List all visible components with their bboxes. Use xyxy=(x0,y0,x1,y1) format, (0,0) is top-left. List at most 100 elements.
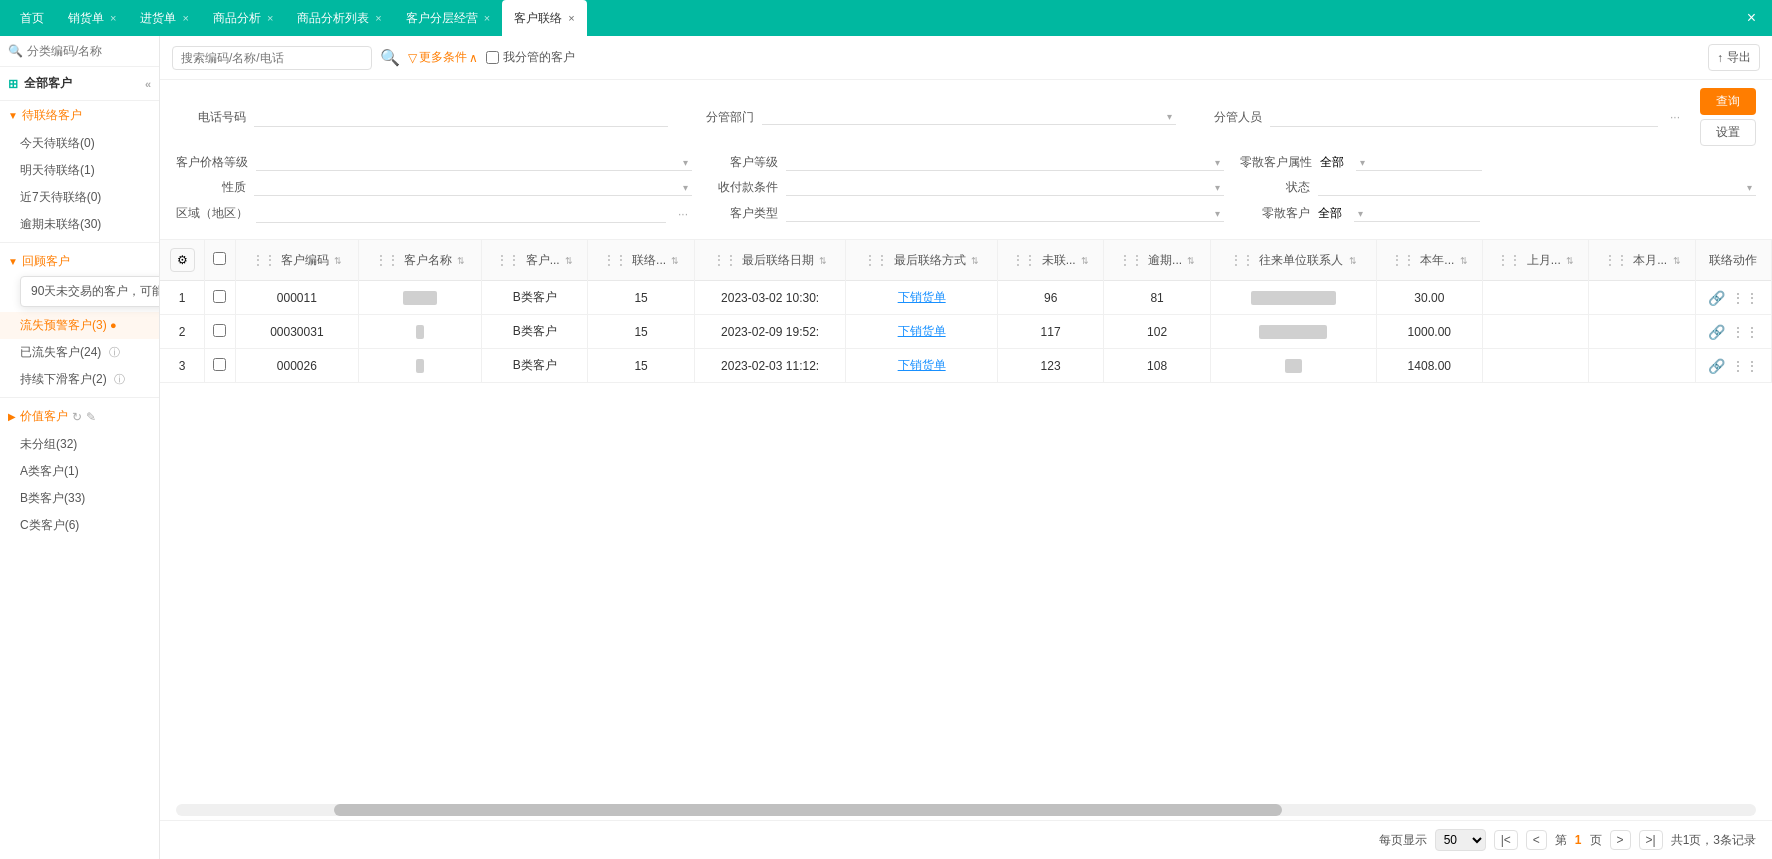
filter-region-input[interactable] xyxy=(256,204,666,223)
search-input[interactable] xyxy=(172,46,372,70)
filter-customer-type-select[interactable]: ▾ xyxy=(786,206,1224,222)
col-type-sort-icon[interactable]: ⇅ xyxy=(565,256,573,266)
sidebar-item-a-class[interactable]: A类客户(1) xyxy=(0,458,159,485)
close-customer-contact-icon[interactable]: × xyxy=(568,12,574,24)
tab-customer-contact[interactable]: 客户联络 × xyxy=(502,0,586,36)
col-type-header[interactable]: ⋮⋮ 客户... ⇅ xyxy=(481,240,587,281)
sidebar-item-declining[interactable]: 持续下滑客户(2) ⓘ xyxy=(0,366,159,393)
prev-page-button[interactable]: < xyxy=(1526,830,1547,850)
tab-analysis-list[interactable]: 商品分析列表 × xyxy=(285,0,393,36)
col-code-sort-icon[interactable]: ⇅ xyxy=(334,256,342,266)
tab-sales-order[interactable]: 销货单 × xyxy=(56,0,128,36)
sidebar-search-input[interactable] xyxy=(27,44,160,58)
filter-payment-select[interactable]: ▾ xyxy=(786,180,1224,196)
close-customer-tier-icon[interactable]: × xyxy=(484,12,490,24)
col-last-contact-method-header[interactable]: ⋮⋮ 最后联络方式 ⇅ xyxy=(846,240,998,281)
col-last-contact-date-header[interactable]: ⋮⋮ 最后联络日期 ⇅ xyxy=(694,240,846,281)
filter-price-level-select[interactable]: ▾ xyxy=(256,155,692,171)
row-2-link-icon[interactable]: 🔗 xyxy=(1708,358,1725,374)
scrollbar-thumb[interactable] xyxy=(334,804,1282,816)
per-page-select[interactable]: 50 100 xyxy=(1435,829,1486,851)
col-unlinked-sort-icon[interactable]: ⇅ xyxy=(1081,256,1089,266)
col-this-month-sort-icon[interactable]: ⇅ xyxy=(1673,256,1681,266)
filter-phone-input[interactable] xyxy=(254,108,668,127)
col-year-sort-icon[interactable]: ⇅ xyxy=(1460,256,1468,266)
more-conditions-button[interactable]: ▽ 更多条件 ∧ xyxy=(408,49,478,66)
col-overdue-header[interactable]: ⋮⋮ 逾期... ⇅ xyxy=(1104,240,1210,281)
tab-home[interactable]: 首页 xyxy=(8,0,56,36)
col-name-header[interactable]: ⋮⋮ 客户名称 ⇅ xyxy=(358,240,481,281)
filter-nature-select[interactable]: ▾ xyxy=(254,180,692,196)
sidebar-item-overdue[interactable]: 逾期未联络(30) xyxy=(0,211,159,238)
sidebar-group-review[interactable]: ▼ 回顾客户 xyxy=(0,247,159,276)
row-checkbox-1[interactable] xyxy=(213,324,226,337)
row-2-last-method[interactable]: 下销货单 xyxy=(846,349,998,383)
row-1-more-icon[interactable]: ⋮⋮ xyxy=(1731,324,1759,340)
col-name-sort-icon[interactable]: ⇅ xyxy=(457,256,465,266)
filter-person-dots[interactable]: ··· xyxy=(1666,110,1684,124)
row-2-checkbox[interactable] xyxy=(205,349,236,383)
col-last-contact-date-sort-icon[interactable]: ⇅ xyxy=(819,256,827,266)
sidebar-item-today[interactable]: 今天待联络(0) xyxy=(0,130,159,157)
my-customer-checkbox-area[interactable]: 我分管的客户 xyxy=(486,49,575,66)
sidebar-item-b-class[interactable]: B类客户(33) xyxy=(0,485,159,512)
row-1-link-icon[interactable]: 🔗 xyxy=(1708,324,1725,340)
close-purchase-icon[interactable]: × xyxy=(182,12,188,24)
col-last-month-header[interactable]: ⋮⋮ 上月... ⇅ xyxy=(1483,240,1589,281)
next-page-button[interactable]: > xyxy=(1610,830,1631,850)
row-0-more-icon[interactable]: ⋮⋮ xyxy=(1731,290,1759,306)
row-0-link-icon[interactable]: 🔗 xyxy=(1708,290,1725,306)
settings-button[interactable]: 设置 xyxy=(1700,119,1756,146)
col-last-month-sort-icon[interactable]: ⇅ xyxy=(1566,256,1574,266)
close-sales-order-icon[interactable]: × xyxy=(110,12,116,24)
filter-region-dots[interactable]: ··· xyxy=(674,207,692,221)
col-settings[interactable]: ⚙ xyxy=(160,240,205,281)
filter-zero-customer-select[interactable]: ▾ xyxy=(1354,206,1480,222)
my-customer-checkbox[interactable] xyxy=(486,51,499,64)
value-settings-icon[interactable]: ✎ xyxy=(86,410,96,424)
row-checkbox-0[interactable] xyxy=(213,290,226,303)
close-all-tabs-button[interactable]: × xyxy=(1739,9,1764,27)
col-checkbox[interactable] xyxy=(205,240,236,281)
tab-customer-tier[interactable]: 客户分层经营 × xyxy=(394,0,502,36)
col-this-month-header[interactable]: ⋮⋮ 本月... ⇅ xyxy=(1589,240,1695,281)
search-button[interactable]: 🔍 xyxy=(380,48,400,67)
export-button[interactable]: ↑ 导出 xyxy=(1708,44,1760,71)
filter-person-input[interactable] xyxy=(1270,108,1658,127)
sidebar-item-7days[interactable]: 近7天待联络(0) xyxy=(0,184,159,211)
select-all-checkbox[interactable] xyxy=(213,252,226,265)
close-analysis-icon[interactable]: × xyxy=(267,12,273,24)
col-year-header[interactable]: ⋮⋮ 本年... ⇅ xyxy=(1376,240,1482,281)
filter-zero-attr-select[interactable]: ▾ xyxy=(1356,155,1482,171)
filter-dept-select[interactable]: ▾ xyxy=(762,109,1176,125)
value-refresh-icon[interactable]: ↻ xyxy=(72,410,82,424)
last-page-button[interactable]: >| xyxy=(1639,830,1663,850)
row-checkbox-2[interactable] xyxy=(213,358,226,371)
sidebar-item-churn-warning[interactable]: 流失预警客户(3) ● xyxy=(0,312,159,339)
sidebar-group-pending[interactable]: ▼ 待联络客户 xyxy=(0,101,159,130)
horizontal-scrollbar[interactable] xyxy=(176,804,1756,816)
table-settings-button[interactable]: ⚙ xyxy=(170,248,195,272)
col-code-header[interactable]: ⋮⋮ 客户编码 ⇅ xyxy=(235,240,358,281)
row-0-checkbox[interactable] xyxy=(205,281,236,315)
tab-analysis[interactable]: 商品分析 × xyxy=(201,0,285,36)
col-overdue-sort-icon[interactable]: ⇅ xyxy=(1187,256,1195,266)
sidebar-item-ungroup[interactable]: 未分组(32) xyxy=(0,431,159,458)
sidebar-item-lost[interactable]: 已流失客户(24) ⓘ xyxy=(0,339,159,366)
col-last-contact-method-sort-icon[interactable]: ⇅ xyxy=(971,256,979,266)
row-1-checkbox[interactable] xyxy=(205,315,236,349)
col-contact-person-header[interactable]: ⋮⋮ 往来单位联系人 ⇅ xyxy=(1210,240,1376,281)
sidebar-collapse-icon[interactable]: « xyxy=(145,78,151,90)
first-page-button[interactable]: |< xyxy=(1494,830,1518,850)
filter-level-select[interactable]: ▾ xyxy=(786,155,1224,171)
row-2-more-icon[interactable]: ⋮⋮ xyxy=(1731,358,1759,374)
tab-purchase[interactable]: 进货单 × xyxy=(128,0,200,36)
col-unlinked-header[interactable]: ⋮⋮ 未联... ⇅ xyxy=(997,240,1103,281)
col-contact-header[interactable]: ⋮⋮ 联络... ⇅ xyxy=(588,240,694,281)
col-contact-person-sort-icon[interactable]: ⇅ xyxy=(1349,256,1357,266)
sidebar-item-tomorrow[interactable]: 明天待联络(1) xyxy=(0,157,159,184)
close-analysis-list-icon[interactable]: × xyxy=(375,12,381,24)
row-0-last-method[interactable]: 下销货单 xyxy=(846,281,998,315)
filter-status-select[interactable]: ▾ xyxy=(1318,180,1756,196)
sidebar-item-c-class[interactable]: C类客户(6) xyxy=(0,512,159,539)
